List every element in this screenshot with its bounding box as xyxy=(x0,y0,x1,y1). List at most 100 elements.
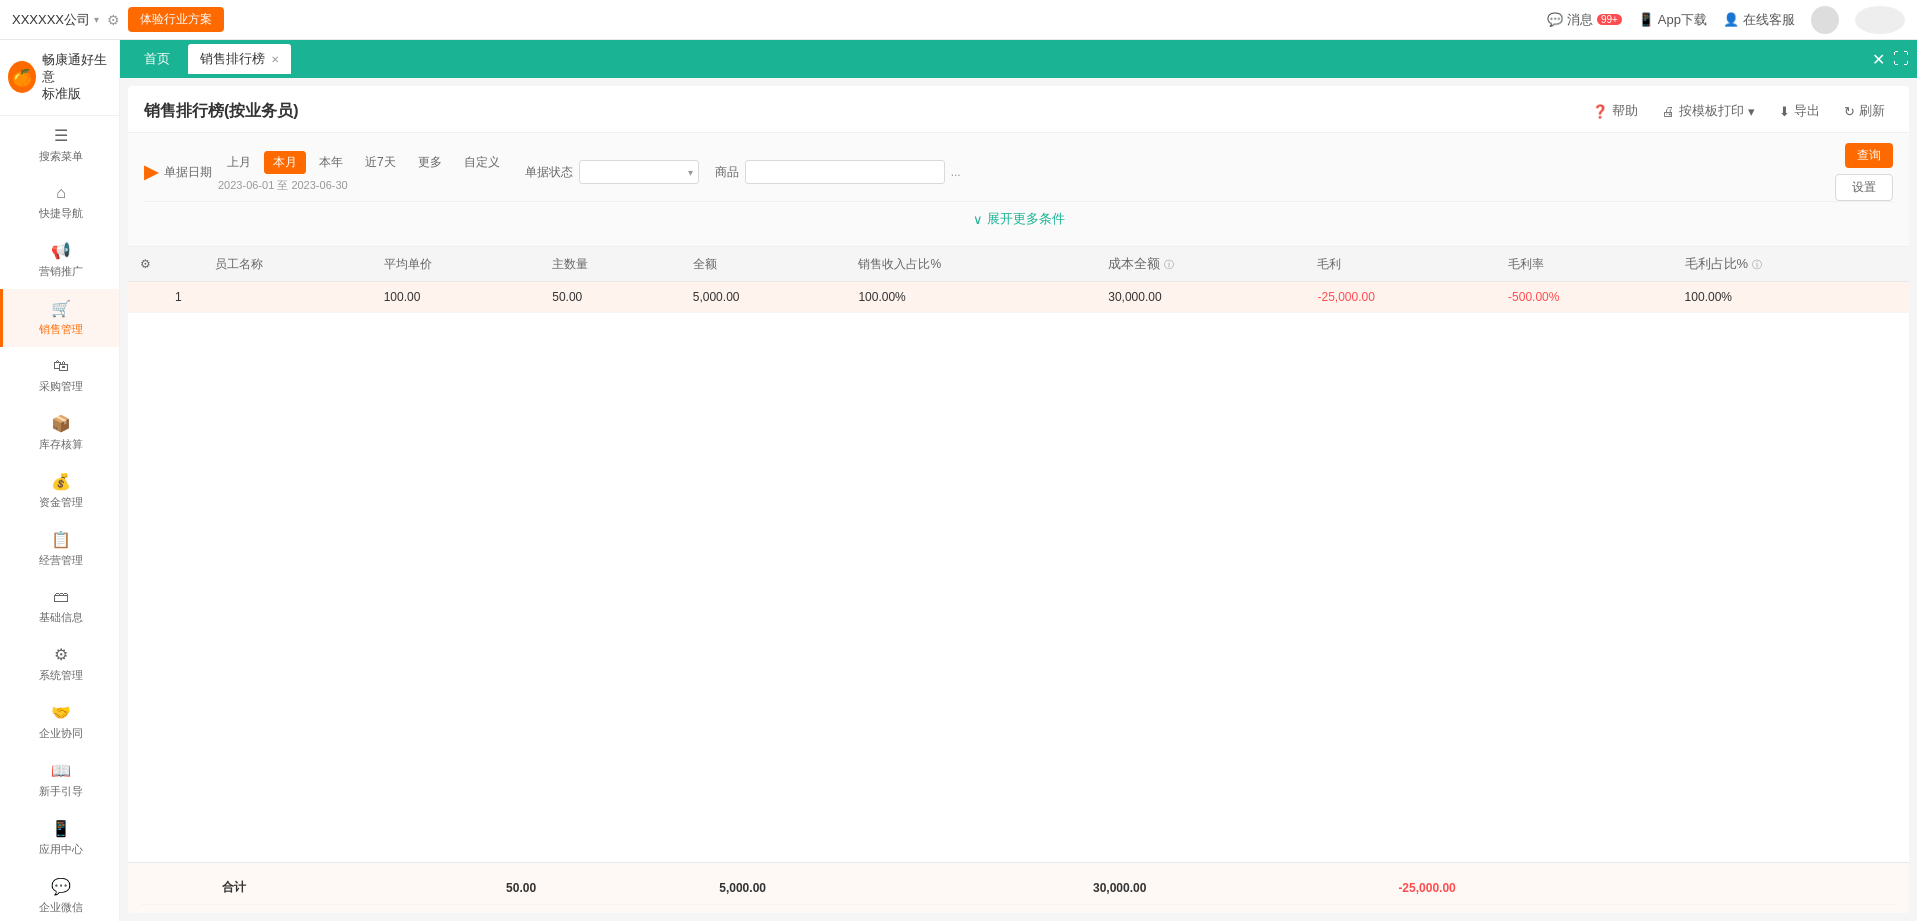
sidebar-item-app-center[interactable]: 📱 应用中心 xyxy=(0,809,119,867)
chevron-down-icon: ▾ xyxy=(1748,104,1755,119)
phone-icon: 📱 xyxy=(51,819,71,838)
table-footer: 合计 50.00 5,000.00 30,000.00 -25,000.00 xyxy=(128,862,1909,913)
app-icon: 📱 xyxy=(1638,12,1654,27)
table-header-row: ⚙ 员工名称 平均单价 主数量 全额 销售收入占比% 成本全额 ⓘ 毛利 xyxy=(128,247,1909,282)
page-title: 销售排行榜(按业务员) xyxy=(144,101,299,122)
avatar[interactable] xyxy=(1811,6,1839,34)
sidebar-item-operations[interactable]: 📋 经营管理 xyxy=(0,520,119,578)
ranking-table: ⚙ 员工名称 平均单价 主数量 全额 销售收入占比% 成本全额 ⓘ 毛利 xyxy=(128,247,1909,313)
footer-cost: 30,000.00 xyxy=(1081,871,1386,905)
sidebar-label: 库存核算 xyxy=(39,437,83,452)
footer-sales-pct xyxy=(986,871,1081,905)
avatar-placeholder xyxy=(1855,6,1905,34)
filter-area: ▶ 单据日期 上月 本月 本年 近7天 更多 自定义 2023-06- xyxy=(128,133,1909,247)
sidebar-item-basic-info[interactable]: 🗃 基础信息 xyxy=(0,578,119,635)
message-btn[interactable]: 💬 消息 99+ xyxy=(1547,11,1622,29)
company-selector[interactable]: XXXXXX公司 ▾ xyxy=(12,11,99,29)
content-area: 首页 销售排行榜 ✕ ✕ ⛶ 销售排行榜(按业务员) ❓ 帮助 xyxy=(120,40,1917,921)
sidebar-item-guide[interactable]: 📖 新手引导 xyxy=(0,751,119,809)
book-icon: 📖 xyxy=(51,761,71,780)
sidebar-item-wechat[interactable]: 💬 企业微信 xyxy=(0,867,119,921)
sidebar-label: 基础信息 xyxy=(39,610,83,625)
tab-close-icon[interactable]: ✕ xyxy=(271,54,279,65)
sidebar-item-quick-nav[interactable]: ⌂ 快捷导航 xyxy=(0,174,119,231)
row-settings-cell xyxy=(128,282,163,313)
col-avg-price: 平均单价 xyxy=(372,247,541,282)
col-settings[interactable]: ⚙ xyxy=(128,247,163,282)
sidebar-item-purchase[interactable]: 🛍 采购管理 xyxy=(0,347,119,404)
online-service-btn[interactable]: 👤 在线客服 xyxy=(1723,11,1795,29)
tab-right-actions: ✕ ⛶ xyxy=(1872,50,1909,69)
sidebar-label: 新手引导 xyxy=(39,784,83,799)
goods-label: 商品 xyxy=(715,164,739,181)
sidebar-item-system[interactable]: ⚙ 系统管理 xyxy=(0,635,119,693)
tab-sales-ranking[interactable]: 销售排行榜 ✕ xyxy=(188,44,291,74)
status-select[interactable] xyxy=(579,160,699,184)
gross-pct-cell: 100.00% xyxy=(1673,282,1909,313)
date-btn-this-month[interactable]: 本月 xyxy=(264,151,306,174)
print-icon: 🖨 xyxy=(1662,104,1675,119)
date-btn-last7days[interactable]: 近7天 xyxy=(356,151,405,174)
help-button[interactable]: ❓ 帮助 xyxy=(1584,98,1646,124)
clipboard-icon: 📋 xyxy=(51,530,71,549)
sidebar-item-marketing[interactable]: 📢 营销推广 xyxy=(0,231,119,289)
settings-button[interactable]: 设置 xyxy=(1835,174,1893,201)
status-filter: 单据状态 xyxy=(525,160,699,184)
status-select-wrapper xyxy=(579,160,699,184)
status-label: 单据状态 xyxy=(525,164,573,181)
qty-cell: 50.00 xyxy=(540,282,681,313)
goods-more-icon[interactable]: ... xyxy=(951,165,961,179)
date-btn-more[interactable]: 更多 xyxy=(409,151,451,174)
filter-action-area: 查询 设置 xyxy=(1835,143,1893,201)
rank-cell: 1 xyxy=(163,282,203,313)
template-print-button[interactable]: 🖨 按模板打印 ▾ xyxy=(1654,98,1763,124)
refresh-button[interactable]: ↻ 刷新 xyxy=(1836,98,1893,124)
col-gross-pct: 毛利占比% ⓘ xyxy=(1673,247,1909,282)
goods-filter: 商品 ... xyxy=(715,160,961,184)
footer-row: 合计 50.00 5,000.00 30,000.00 -25,000.00 xyxy=(140,871,1897,905)
goods-input[interactable] xyxy=(745,160,945,184)
date-buttons: 上月 本月 本年 近7天 更多 自定义 xyxy=(218,151,509,174)
date-btn-custom[interactable]: 自定义 xyxy=(455,151,509,174)
cost-cell: 30,000.00 xyxy=(1096,282,1305,313)
window-maximize-icon[interactable]: ⛶ xyxy=(1893,50,1909,69)
box-icon: 📦 xyxy=(51,414,71,433)
message-badge: 99+ xyxy=(1597,14,1622,25)
date-btn-last-month[interactable]: 上月 xyxy=(218,151,260,174)
gross-profit-cell: -25,000.00 xyxy=(1305,282,1496,313)
home-icon: ⌂ xyxy=(56,184,66,202)
chevron-down-icon: ▾ xyxy=(94,14,99,25)
help-icon: ❓ xyxy=(1592,104,1608,119)
gear-icon: ⚙ xyxy=(54,645,68,664)
col-gross-profit: 毛利 xyxy=(1305,247,1496,282)
sales-pct-cell: 100.00% xyxy=(846,282,1096,313)
trial-button[interactable]: 体验行业方案 xyxy=(128,7,224,32)
gross-pct-info-icon: ⓘ xyxy=(1752,259,1762,270)
sidebar-item-finance[interactable]: 💰 资金管理 xyxy=(0,462,119,520)
chevron-down-icon: ∨ xyxy=(973,212,983,227)
app-download-btn[interactable]: 📱 App下载 xyxy=(1638,11,1707,29)
footer-gross-rate xyxy=(1708,871,1803,905)
search-button[interactable]: 查询 xyxy=(1845,143,1893,168)
sidebar-item-inventory[interactable]: 📦 库存核算 xyxy=(0,404,119,462)
top-bar: XXXXXX公司 ▾ ⚙ 体验行业方案 💬 消息 99+ 📱 App下载 👤 在… xyxy=(0,0,1917,40)
settings-icon[interactable]: ⚙ xyxy=(107,12,120,28)
sidebar-label: 采购管理 xyxy=(39,379,83,394)
message-label: 消息 xyxy=(1567,11,1593,29)
window-close-icon[interactable]: ✕ xyxy=(1872,50,1885,69)
filter-expand-arrow[interactable]: ▶ xyxy=(144,161,158,183)
sidebar-item-sales[interactable]: 🛒 销售管理 xyxy=(0,289,119,347)
tab-home[interactable]: 首页 xyxy=(128,40,186,78)
chat-icon: 💬 xyxy=(51,877,71,896)
sidebar-item-search-order[interactable]: ☰ 搜索菜单 xyxy=(0,116,119,174)
service-icon: 👤 xyxy=(1723,12,1739,27)
export-button[interactable]: ⬇ 导出 xyxy=(1771,98,1828,124)
refresh-icon: ↻ xyxy=(1844,104,1855,119)
logo-text: 畅康通好生意 标准版 xyxy=(42,52,111,103)
sidebar-logo: 🍊 畅康通好生意 标准版 xyxy=(0,40,119,116)
expand-more-button[interactable]: ∨ 展开更多条件 xyxy=(973,206,1065,232)
table-body: 1 100.00 50.00 5,000.00 100.00% 30,000.0… xyxy=(128,282,1909,313)
sidebar-item-enterprise[interactable]: 🤝 企业协同 xyxy=(0,693,119,751)
page-content: 销售排行榜(按业务员) ❓ 帮助 🖨 按模板打印 ▾ ⬇ 导出 xyxy=(128,86,1909,913)
date-btn-this-year[interactable]: 本年 xyxy=(310,151,352,174)
